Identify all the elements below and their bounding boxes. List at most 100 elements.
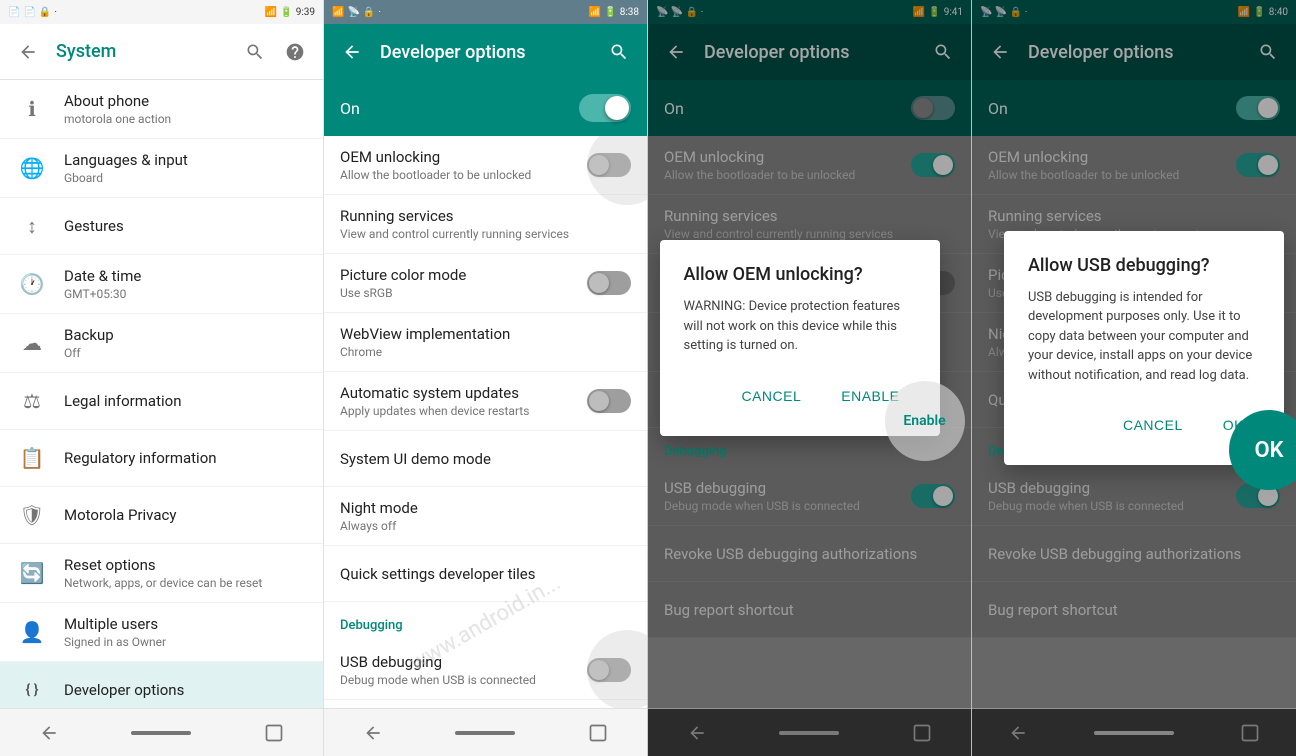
webview-item[interactable]: WebView implementation Chrome — [324, 313, 647, 372]
p2-back-button[interactable] — [340, 40, 364, 64]
gestures-icon: ↕ — [16, 210, 48, 242]
gestures-item[interactable]: ↕ Gestures — [0, 198, 323, 255]
sim-icon: 📄 — [23, 7, 35, 18]
picture-color-item[interactable]: Picture color mode Use sRGB — [324, 254, 647, 313]
usb-debugging-subtitle: Debug mode when USB is connected — [340, 673, 587, 687]
usb-dialog-content: USB debugging is intended for developmen… — [1028, 288, 1260, 386]
usb-debugging-title: USB debugging — [340, 653, 587, 671]
webview-subtitle: Chrome — [340, 345, 631, 359]
quick-settings-item[interactable]: Quick settings developer tiles — [324, 546, 647, 602]
revoke-usb-item[interactable]: Revoke USB debugging authorizations — [324, 700, 647, 708]
legal-title: Legal information — [64, 392, 307, 410]
privacy-title: Motorola Privacy — [64, 506, 307, 524]
oem-cancel-button[interactable]: Cancel — [725, 380, 817, 412]
p2-dot-icon: · — [378, 7, 381, 18]
oem-unlocking-item[interactable]: OEM unlocking Allow the bootloader to be… — [324, 136, 647, 195]
dev-options-toggle-row[interactable]: On — [324, 80, 647, 136]
debugging-header: Debugging — [324, 602, 647, 641]
time-display: 9:39 — [296, 7, 315, 18]
dev-options-toggle[interactable] — [579, 94, 631, 122]
picture-toggle-thumb — [589, 273, 609, 293]
oem-dialog: Allow OEM unlocking? WARNING: Device pro… — [660, 240, 940, 436]
help-button[interactable] — [283, 40, 307, 64]
p2-title: Developer options — [380, 42, 591, 63]
nav-recents-button[interactable] — [258, 717, 290, 749]
dev-options-item[interactable]: { } Developer options — [0, 662, 323, 708]
night-mode-item[interactable]: Night mode Always off — [324, 487, 647, 546]
p2-battery-icon: 🔋 — [604, 7, 616, 18]
datetime-subtitle: GMT+05:30 — [64, 287, 307, 301]
nav-bar-panel2 — [324, 708, 647, 756]
datetime-title: Date & time — [64, 267, 307, 285]
languages-item[interactable]: 🌐 Languages & input Gboard — [0, 139, 323, 198]
auto-updates-toggle[interactable] — [587, 389, 631, 413]
reset-icon: 🔄 — [16, 557, 48, 589]
privacy-icon: 🛡 — [16, 499, 48, 531]
running-services-subtitle: View and control currently running servi… — [340, 227, 631, 241]
status-icons-right: 📶 🔋 9:39 — [265, 7, 315, 18]
system-title: System — [56, 41, 227, 62]
quick-settings-title: Quick settings developer tiles — [340, 565, 631, 583]
p2-nav-back[interactable] — [357, 717, 389, 749]
backup-title: Backup — [64, 326, 307, 344]
regulatory-icon: 📋 — [16, 442, 48, 474]
nav-home-bar[interactable] — [131, 731, 191, 735]
status-icons-p2-right: 📶 🔋 8:38 — [589, 7, 639, 18]
enable-circle-highlight: Enable — [885, 381, 965, 461]
auto-updates-item[interactable]: Automatic system updates Apply updates w… — [324, 372, 647, 431]
picture-toggle-container[interactable] — [587, 271, 631, 295]
status-icons-p2-left: 📶 📡 🔒 · — [332, 7, 381, 18]
users-item[interactable]: 👤 Multiple users Signed in as Owner — [0, 603, 323, 662]
status-bar-panel2: 📶 📡 🔒 · 📶 🔋 8:38 — [324, 0, 647, 24]
p2-vpn-icon: 🔒 — [363, 7, 375, 18]
system-settings-list: ℹ About phone motorola one action 🌐 Lang… — [0, 80, 323, 708]
about-phone-item[interactable]: ℹ About phone motorola one action — [0, 80, 323, 139]
usb-cancel-button[interactable]: Cancel — [1107, 409, 1199, 441]
usb-dialog-title: Allow USB debugging? — [1028, 255, 1260, 276]
oem-toggle-container[interactable] — [587, 153, 631, 177]
p2-wifi-icon: 📶 — [589, 7, 601, 18]
battery-icon: 🔋 — [280, 7, 292, 18]
ok-circle-highlight: OK — [1229, 410, 1296, 490]
developer-options-panel: 📶 📡 🔒 · 📶 🔋 8:38 Developer options On ww… — [324, 0, 648, 756]
legal-info-item[interactable]: ⚖ Legal information — [0, 373, 323, 430]
search-button[interactable] — [243, 40, 267, 64]
dev-options-icon: { } — [16, 674, 48, 706]
usb-toggle-thumb — [589, 660, 609, 680]
p2-nav-home[interactable] — [455, 731, 515, 735]
system-settings-panel: 📄 📄 🔒 · 📶 🔋 9:39 System ℹ About phone — [0, 0, 324, 756]
auto-updates-subtitle: Apply updates when device restarts — [340, 404, 587, 418]
dev-options-toolbar: Developer options — [324, 24, 647, 80]
privacy-item[interactable]: 🛡 Motorola Privacy — [0, 487, 323, 544]
p2-time: 8:38 — [620, 7, 639, 18]
system-ui-demo-item[interactable]: System UI demo mode — [324, 431, 647, 487]
auto-updates-thumb — [589, 391, 609, 411]
back-button[interactable] — [16, 40, 40, 64]
auto-updates-toggle-container[interactable] — [587, 389, 631, 413]
p2-nav-recents[interactable] — [582, 717, 614, 749]
p2-search-button[interactable] — [607, 40, 631, 64]
oem-toggle[interactable] — [587, 153, 631, 177]
regulatory-title: Regulatory information — [64, 449, 307, 467]
oem-subtitle: Allow the bootloader to be unlocked — [340, 168, 587, 182]
nav-back-button[interactable] — [33, 717, 65, 749]
usb-debugging-item[interactable]: USB debugging Debug mode when USB is con… — [324, 641, 647, 700]
running-services-item[interactable]: Running services View and control curren… — [324, 195, 647, 254]
system-toolbar: System — [0, 24, 323, 80]
datetime-item[interactable]: 🕐 Date & time GMT+05:30 — [0, 255, 323, 314]
usb-dialog-actions: Cancel OK — [1028, 409, 1260, 441]
regulatory-item[interactable]: 📋 Regulatory information — [0, 430, 323, 487]
gestures-title: Gestures — [64, 217, 307, 235]
backup-item[interactable]: ☁ Backup Off — [0, 314, 323, 373]
picture-color-toggle[interactable] — [587, 271, 631, 295]
ok-circle-label: OK — [1254, 438, 1283, 463]
auto-updates-title: Automatic system updates — [340, 384, 587, 402]
reset-item[interactable]: 🔄 Reset options Network, apps, or device… — [0, 544, 323, 603]
users-subtitle: Signed in as Owner — [64, 635, 307, 649]
about-phone-icon: ℹ — [16, 93, 48, 125]
usb-debugging-toggle[interactable] — [587, 658, 631, 682]
usb-dialog-overlay: Allow USB debugging? USB debugging is in… — [972, 0, 1296, 756]
toggle-thumb — [605, 96, 629, 120]
usb-toggle-container[interactable] — [587, 658, 631, 682]
oem-dialog-actions: Cancel Enable — [684, 380, 916, 412]
